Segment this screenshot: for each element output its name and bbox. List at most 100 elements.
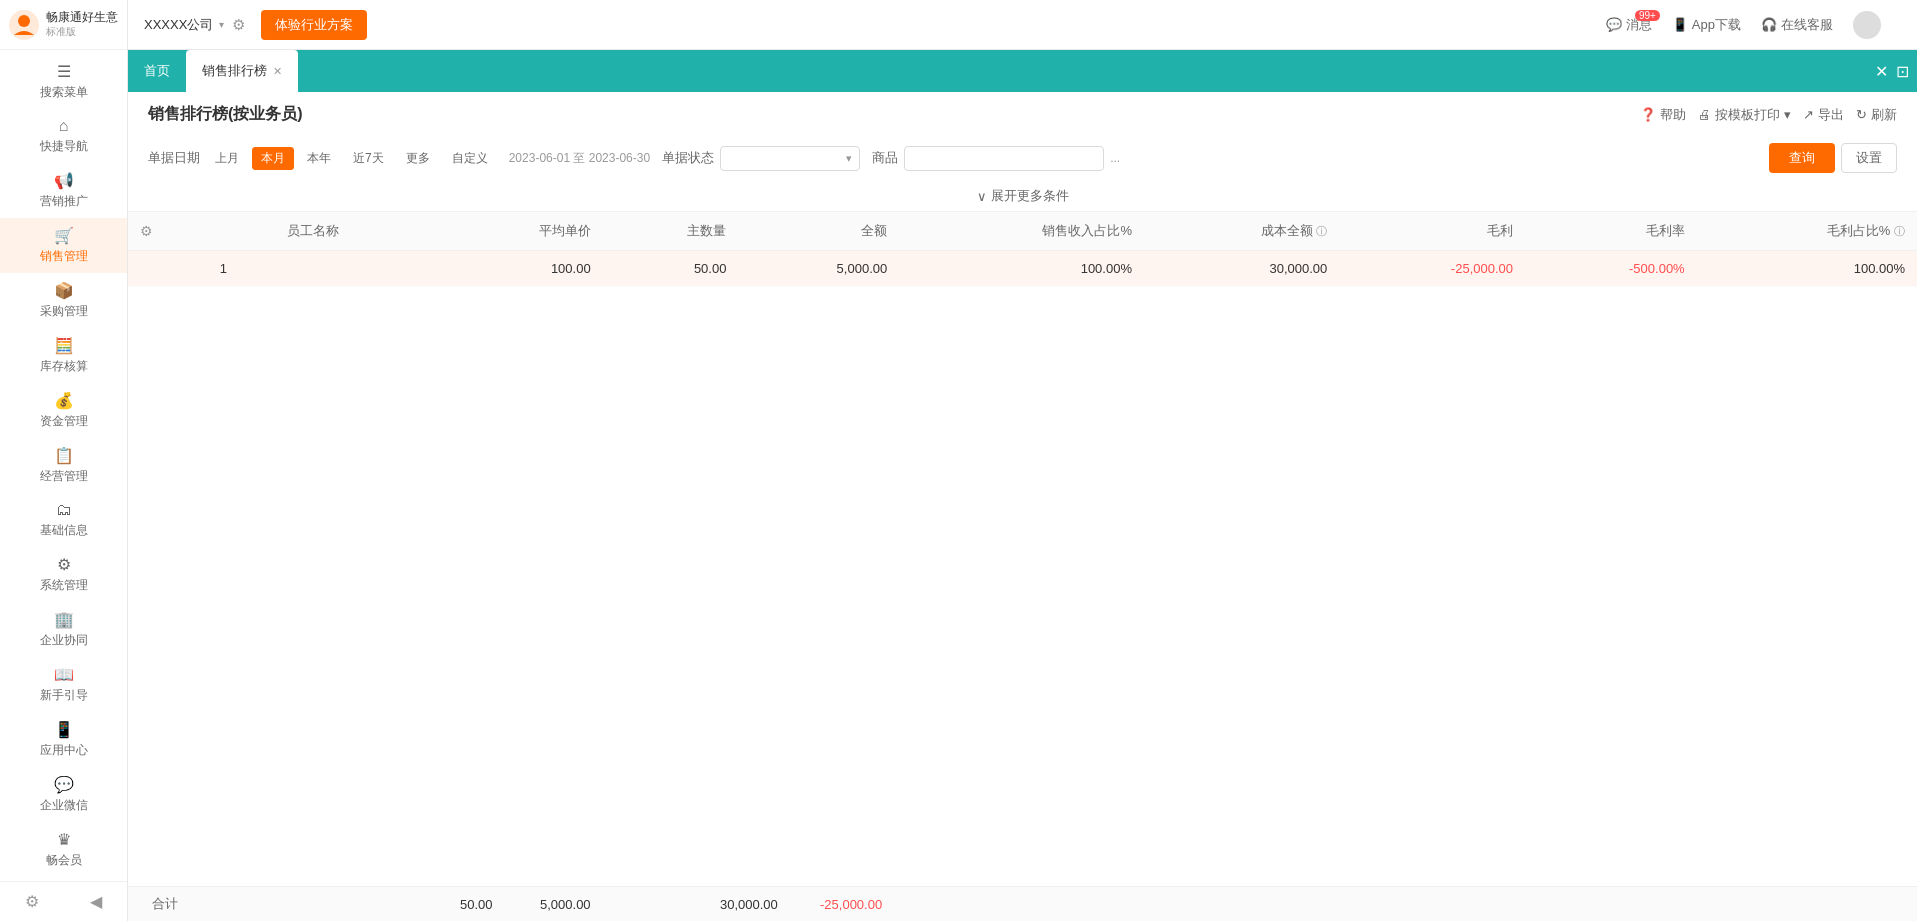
- gross-pct-info-icon: ⓘ: [1894, 225, 1905, 237]
- goods-more-btn[interactable]: ...: [1110, 151, 1120, 165]
- logo-name: 畅康通好生意: [46, 10, 118, 26]
- online-service-label: 在线客服: [1781, 16, 1833, 34]
- sidebar-item-wechat[interactable]: 💬 企业微信: [0, 767, 127, 822]
- sidebar-item-purchase[interactable]: 📦 采购管理: [0, 273, 127, 328]
- sidebar-item-finance[interactable]: 💰 资金管理: [0, 383, 127, 438]
- sidebar-item-member[interactable]: ♛ 畅会员: [0, 822, 127, 877]
- nav-label-guide: 新手引导: [40, 687, 88, 704]
- tab-sales-rank-label: 销售排行榜: [202, 62, 267, 80]
- date-tab-this-year[interactable]: 本年: [298, 147, 340, 170]
- sales-table: ⚙ 员工名称 平均单价 主数量 全额 销售收入占比% 成本全额 ⓘ 毛利 毛利率: [128, 212, 1917, 287]
- date-tab-this-month[interactable]: 本月: [252, 147, 294, 170]
- date-filter-group: 单据日期 上月 本月 本年 近7天 更多 自定义: [148, 147, 497, 170]
- template-print-btn[interactable]: 🖨 按模板打印 ▾: [1698, 106, 1791, 124]
- sidebar-item-sales[interactable]: 🛒 销售管理: [0, 218, 127, 273]
- row-gross: -25,000.00: [1339, 251, 1525, 287]
- sidebar-item-guide[interactable]: 📖 新手引导: [0, 657, 127, 712]
- sidebar-item-app-center[interactable]: 📱 应用中心: [0, 712, 127, 767]
- online-service-group[interactable]: 🎧 在线客服: [1761, 16, 1833, 34]
- th-gross: 毛利: [1339, 212, 1525, 251]
- expand-row[interactable]: ∨ 展开更多条件: [148, 181, 1897, 211]
- nav-icon-search-order: ☰: [57, 62, 71, 81]
- sidebar: 畅康通好生意 标准版 ☰ 搜索菜单 ⌂ 快捷导航 📢 营销推广 🛒 销售管理 📦…: [0, 0, 128, 921]
- logo: 畅康通好生意 标准版: [0, 0, 127, 50]
- print-icon: 🖨: [1698, 107, 1711, 122]
- status-select[interactable]: [720, 146, 860, 171]
- sidebar-item-inventory[interactable]: 🧮 库存核算: [0, 328, 127, 383]
- date-tab-last-month[interactable]: 上月: [206, 147, 248, 170]
- nav-icon-enterprise: 🏢: [54, 610, 74, 629]
- sidebar-item-system[interactable]: ⚙ 系统管理: [0, 547, 127, 602]
- sidebar-item-search-order[interactable]: ☰ 搜索菜单: [0, 54, 127, 109]
- nav-label-marketing: 营销推广: [40, 193, 88, 210]
- nav-label-purchase: 采购管理: [40, 303, 88, 320]
- status-filter-group: 单据状态: [662, 146, 860, 171]
- sidebar-item-quick-nav[interactable]: ⌂ 快捷导航: [0, 109, 127, 163]
- tab-sales-rank[interactable]: 销售排行榜 ✕: [186, 50, 298, 92]
- status-select-wrapper: [720, 146, 860, 171]
- th-settings[interactable]: ⚙: [128, 212, 208, 251]
- sidebar-item-enterprise[interactable]: 🏢 企业协同: [0, 602, 127, 657]
- nav-icon-purchase: 📦: [54, 281, 74, 300]
- company-selector[interactable]: XXXXX公司 ▾: [144, 16, 224, 34]
- row-name: [275, 251, 439, 287]
- th-quantity: 主数量: [603, 212, 739, 251]
- date-tab-7days[interactable]: 近7天: [344, 147, 393, 170]
- row-rank: 1: [208, 251, 275, 287]
- date-range: 2023-06-01 至 2023-06-30: [509, 150, 650, 167]
- row-gross-rate: -500.00%: [1525, 251, 1697, 287]
- setting-btn[interactable]: 设置: [1841, 143, 1897, 173]
- main-area: XXXXX公司 ▾ ⚙ 体验行业方案 💬 消息 99+ 📱 App下载 🎧 在线…: [128, 0, 1917, 921]
- tab-close-icon[interactable]: ✕: [273, 65, 282, 78]
- query-btn[interactable]: 查询: [1769, 143, 1835, 173]
- date-tab-more[interactable]: 更多: [397, 147, 439, 170]
- row-gross-pct: 100.00%: [1697, 251, 1917, 287]
- header-settings-icon[interactable]: ⚙: [232, 16, 245, 34]
- row-amount: 5,000.00: [738, 251, 899, 287]
- refresh-icon: ↻: [1856, 107, 1867, 122]
- app-download-group[interactable]: 📱 App下载: [1672, 16, 1741, 34]
- th-rank: [208, 212, 275, 251]
- tab-home[interactable]: 首页: [128, 50, 186, 92]
- collapse-icon[interactable]: ◀: [90, 892, 102, 911]
- nav-label-inventory: 库存核算: [40, 358, 88, 375]
- nav-icon-sales: 🛒: [54, 226, 74, 245]
- nav-icon-operations: 📋: [54, 446, 74, 465]
- row-avg-price: 100.00: [439, 251, 603, 287]
- table-body: 1 100.00 50.00 5,000.00 100.00% 30,000.0…: [128, 251, 1917, 287]
- message-group[interactable]: 💬 消息 99+: [1606, 16, 1652, 34]
- logo-sub: 标准版: [46, 25, 118, 39]
- sidebar-item-marketing[interactable]: 📢 营销推广: [0, 163, 127, 218]
- goods-input[interactable]: [904, 146, 1104, 171]
- avatar[interactable]: [1853, 11, 1881, 39]
- refresh-label: 刷新: [1871, 106, 1897, 124]
- table-row: 1 100.00 50.00 5,000.00 100.00% 30,000.0…: [128, 251, 1917, 287]
- sidebar-item-operations[interactable]: 📋 经营管理: [0, 438, 127, 493]
- template-print-label: 按模板打印: [1715, 106, 1780, 124]
- trial-btn[interactable]: 体验行业方案: [261, 10, 367, 40]
- footer-cost: 30,000.00: [720, 897, 820, 912]
- th-sales-pct: 销售收入占比%: [899, 212, 1144, 251]
- filter-row: 单据日期 上月 本月 本年 近7天 更多 自定义 2023-06-01 至 20…: [148, 135, 1897, 181]
- date-tab-custom[interactable]: 自定义: [443, 147, 497, 170]
- tab-bar: 首页 销售排行榜 ✕ ✕ ⊡: [128, 50, 1917, 92]
- help-btn[interactable]: ❓ 帮助: [1640, 106, 1686, 124]
- page-title-row: 销售排行榜(按业务员) ❓ 帮助 🖨 按模板打印 ▾ ↗ 导出: [148, 104, 1897, 125]
- nav-label-quick-nav: 快捷导航: [40, 138, 88, 155]
- nav-icon-quick-nav: ⌂: [59, 117, 69, 135]
- export-btn[interactable]: ↗ 导出: [1803, 106, 1844, 124]
- tab-close-window-btn[interactable]: ✕: [1875, 62, 1888, 81]
- footer-gross: -25,000.00: [820, 897, 920, 912]
- footer-quantity: 50.00: [460, 897, 540, 912]
- tab-maximize-btn[interactable]: ⊡: [1896, 62, 1909, 81]
- mobile-icon: 📱: [1672, 17, 1688, 32]
- settings-bottom-icon[interactable]: ⚙: [25, 892, 39, 911]
- table-header: ⚙ 员工名称 平均单价 主数量 全额 销售收入占比% 成本全额 ⓘ 毛利 毛利率: [128, 212, 1917, 251]
- page-header: 销售排行榜(按业务员) ❓ 帮助 🖨 按模板打印 ▾ ↗ 导出: [128, 92, 1917, 212]
- sidebar-item-basic-info[interactable]: 🗂 基础信息: [0, 493, 127, 547]
- page-actions: ❓ 帮助 🖨 按模板打印 ▾ ↗ 导出 ↻ 刷新: [1640, 106, 1897, 124]
- refresh-btn[interactable]: ↻ 刷新: [1856, 106, 1897, 124]
- nav-label-operations: 经营管理: [40, 468, 88, 485]
- nav-label-sales: 销售管理: [40, 248, 88, 265]
- message-badge: 99+: [1635, 10, 1660, 21]
